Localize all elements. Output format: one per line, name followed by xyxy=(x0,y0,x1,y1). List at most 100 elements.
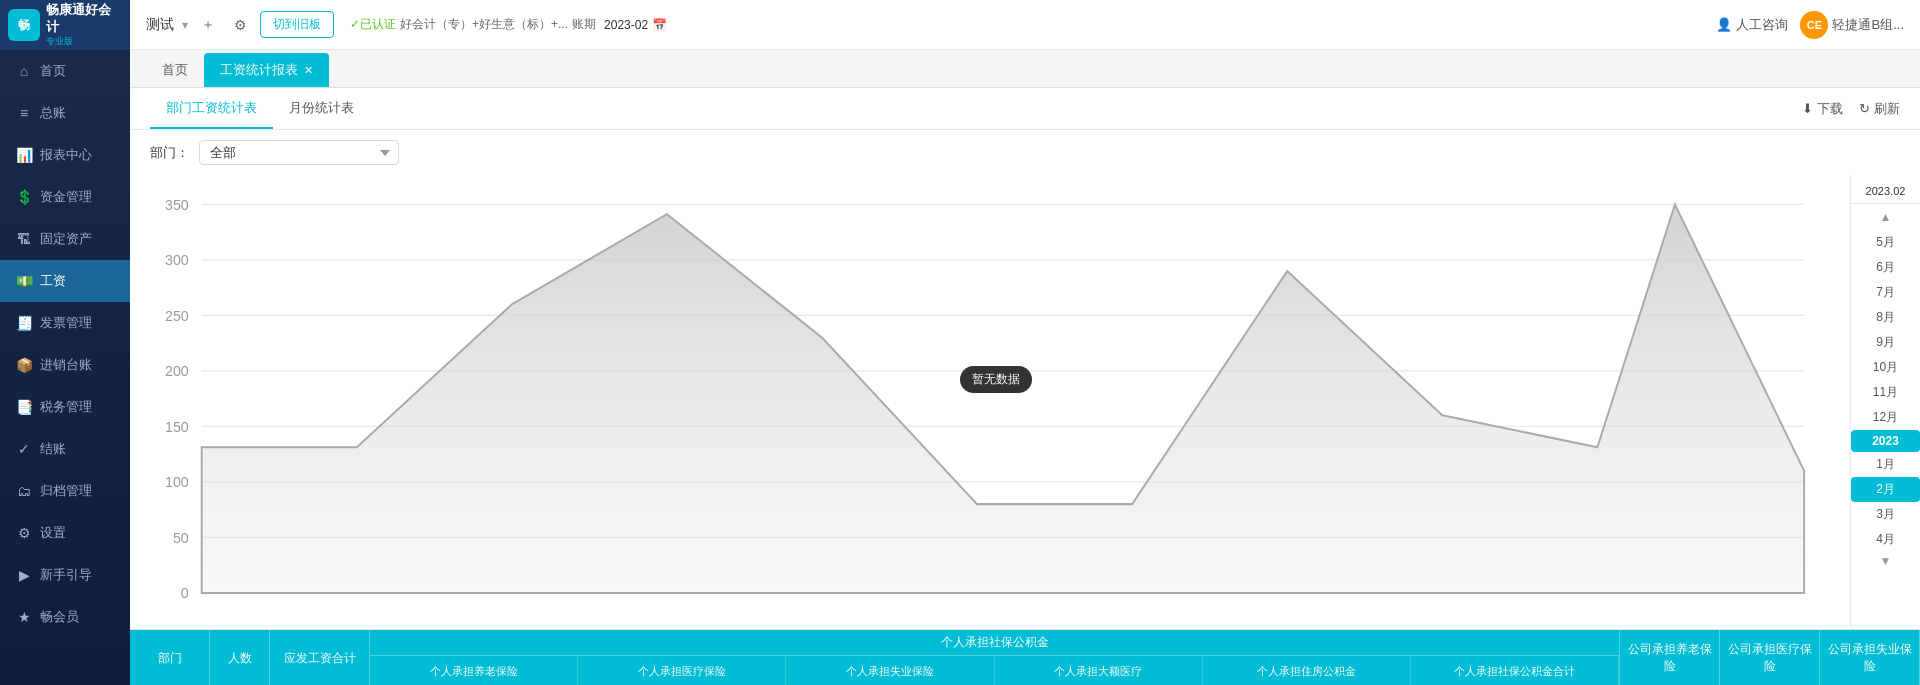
sidebar-item-salary[interactable]: 💵 工资 xyxy=(0,260,130,302)
tab-bar: 首页 工资统计报表 ✕ xyxy=(130,50,1920,88)
th-company-unemployment: 公司承担失业保险 xyxy=(1820,630,1920,685)
month-6[interactable]: 6月 xyxy=(1851,255,1920,280)
sub-tab-monthly[interactable]: 月份统计表 xyxy=(273,89,370,129)
sidebar-item-label: 总账 xyxy=(40,104,66,122)
topbar: 测试 ▾ ＋ ⚙ 切到旧板 ✓已认证 好会计（专）+好生意（标）+... 账期 … xyxy=(130,0,1920,50)
th-dept: 部门 xyxy=(130,630,210,685)
month-4[interactable]: 4月 xyxy=(1851,527,1920,552)
sidebar-item-label: 归档管理 xyxy=(40,482,92,500)
sidebar-item-label: 资金管理 xyxy=(40,188,92,206)
sidebar-item-invoice[interactable]: 🧾 发票管理 xyxy=(0,302,130,344)
calendar-icon[interactable]: 📅 xyxy=(652,18,667,32)
dept-filter-select[interactable]: 全部 销售部 财务部 人事部 技术部 xyxy=(199,140,399,165)
sidebar-item-reports[interactable]: 📊 报表中心 xyxy=(0,134,130,176)
sub-tab-actions: ⬇ 下载 ↻ 刷新 xyxy=(1802,100,1900,118)
switch-btn[interactable]: 切到旧板 xyxy=(260,11,334,38)
tax-icon: 📑 xyxy=(16,399,32,415)
th-personal-pension: 个人承担养老保险 xyxy=(370,656,578,685)
main-area: 测试 ▾ ＋ ⚙ 切到旧板 ✓已认证 好会计（专）+好生意（标）+... 账期 … xyxy=(130,0,1920,685)
avatar: CE xyxy=(1800,11,1828,39)
add-button[interactable]: ＋ xyxy=(196,13,220,37)
sidebar-item-guide[interactable]: ▶ 新手引导 xyxy=(0,554,130,596)
topbar-title: 测试 xyxy=(146,16,174,34)
refresh-button[interactable]: ↻ 刷新 xyxy=(1859,100,1900,118)
table-header: 部门 人数 应发工资合计 个人承担社保公积金 个人承担养老保险 xyxy=(130,630,1920,685)
sidebar-item-member[interactable]: ★ 畅会员 xyxy=(0,596,130,638)
th-company-medical: 公司承担医疗保险 xyxy=(1720,630,1820,685)
month-5[interactable]: 5月 xyxy=(1851,230,1920,255)
tab-salary-report[interactable]: 工资统计报表 ✕ xyxy=(204,53,329,87)
month-7[interactable]: 7月 xyxy=(1851,280,1920,305)
tab-close-icon[interactable]: ✕ xyxy=(304,64,313,77)
sidebar-item-archive[interactable]: 🗂 归档管理 xyxy=(0,470,130,512)
sidebar-item-label: 设置 xyxy=(40,524,66,542)
sidebar-item-ledger[interactable]: ≡ 总账 xyxy=(0,92,130,134)
dropdown-arrow-icon[interactable]: ▾ xyxy=(182,18,188,32)
logo-icon: 畅 xyxy=(8,9,40,41)
svg-text:300: 300 xyxy=(165,252,189,269)
svg-text:250: 250 xyxy=(165,308,189,325)
sidebar-item-label: 发票管理 xyxy=(40,314,92,332)
funds-icon: 💲 xyxy=(16,189,32,205)
year-2023-label[interactable]: 2023 xyxy=(1851,430,1920,452)
month-12[interactable]: 12月 xyxy=(1851,405,1920,430)
chart-tooltip: 暂无数据 xyxy=(960,366,1032,393)
side-panel: 2023.02 ▲ 5月 6月 7月 8月 9月 10月 11月 12月 202… xyxy=(1850,175,1920,629)
archive-icon: 🗂 xyxy=(16,483,32,499)
product-tags: 好会计（专）+好生意（标）+... xyxy=(400,16,568,33)
period-label: 账期 xyxy=(572,16,596,33)
month-9[interactable]: 9月 xyxy=(1851,330,1920,355)
sidebar-item-label: 结账 xyxy=(40,440,66,458)
svg-text:100: 100 xyxy=(165,474,189,491)
sidebar-item-tax[interactable]: 📑 税务管理 xyxy=(0,386,130,428)
th-personal-unemployment: 个人承担失业保险 xyxy=(786,656,994,685)
period-value: 2023-02 xyxy=(604,18,648,32)
month-10[interactable]: 10月 xyxy=(1851,355,1920,380)
tab-home[interactable]: 首页 xyxy=(146,53,204,87)
sidebar-item-label: 新手引导 xyxy=(40,566,92,584)
user-menu[interactable]: CE 轻捷通B组... xyxy=(1800,11,1904,39)
svg-text:150: 150 xyxy=(165,419,189,436)
month-1[interactable]: 1月 xyxy=(1851,452,1920,477)
sub-tabs: 部门工资统计表 月份统计表 ⬇ 下载 ↻ 刷新 xyxy=(130,88,1920,130)
month-11[interactable]: 11月 xyxy=(1851,380,1920,405)
th-company-pension: 公司承担养老保险 xyxy=(1620,630,1720,685)
sidebar-item-checkout[interactable]: ✓ 结账 xyxy=(0,428,130,470)
content-area: 部门工资统计表 月份统计表 ⬇ 下载 ↻ 刷新 部门： 全部 销售部 xyxy=(130,88,1920,685)
sidebar-item-label: 固定资产 xyxy=(40,230,92,248)
ledger-icon: ≡ xyxy=(16,105,32,121)
sidebar-item-sales[interactable]: 📦 进销台账 xyxy=(0,344,130,386)
month-2-active[interactable]: 2月 xyxy=(1851,477,1920,502)
th-personal-major-medical: 个人承担大额医疗 xyxy=(995,656,1203,685)
checkout-icon: ✓ xyxy=(16,441,32,457)
sidebar-item-funds[interactable]: 💲 资金管理 xyxy=(0,176,130,218)
svg-text:350: 350 xyxy=(165,197,189,214)
side-panel-up-arrow[interactable]: ▲ xyxy=(1878,208,1894,226)
home-icon: ⌂ xyxy=(16,63,32,79)
chart-area: 350 300 250 200 150 100 50 0 xyxy=(130,175,1850,629)
consult-button[interactable]: 👤 人工咨询 xyxy=(1716,16,1788,34)
sidebar-item-label: 报表中心 xyxy=(40,146,92,164)
chart-icon: 📊 xyxy=(16,147,32,163)
sidebar-item-label: 税务管理 xyxy=(40,398,92,416)
sidebar-item-label: 畅会员 xyxy=(40,608,79,626)
download-icon: ⬇ xyxy=(1802,101,1813,116)
sub-tab-dept[interactable]: 部门工资统计表 xyxy=(150,89,273,129)
assets-icon: 🏗 xyxy=(16,231,32,247)
side-panel-down-arrow[interactable]: ▼ xyxy=(1878,552,1894,570)
month-3[interactable]: 3月 xyxy=(1851,502,1920,527)
th-group-personal: 个人承担社保公积金 个人承担养老保险 个人承担医疗保险 个人承担失业保险 xyxy=(370,630,1620,685)
settings-button[interactable]: ⚙ xyxy=(228,13,252,37)
refresh-icon: ↻ xyxy=(1859,101,1870,116)
sidebar-item-label: 工资 xyxy=(40,272,66,290)
sidebar-item-label: 进销台账 xyxy=(40,356,92,374)
salary-icon: 💵 xyxy=(16,273,32,289)
sidebar-item-settings[interactable]: ⚙ 设置 xyxy=(0,512,130,554)
filter-label: 部门： xyxy=(150,144,189,162)
month-8[interactable]: 8月 xyxy=(1851,305,1920,330)
topbar-tags: ✓已认证 好会计（专）+好生意（标）+... 账期 2023-02 📅 xyxy=(350,16,667,33)
download-button[interactable]: ⬇ 下载 xyxy=(1802,100,1843,118)
sidebar-item-assets[interactable]: 🏗 固定资产 xyxy=(0,218,130,260)
th-group-personal-header: 个人承担社保公积金 xyxy=(370,630,1619,656)
sidebar-item-home[interactable]: ⌂ 首页 xyxy=(0,50,130,92)
